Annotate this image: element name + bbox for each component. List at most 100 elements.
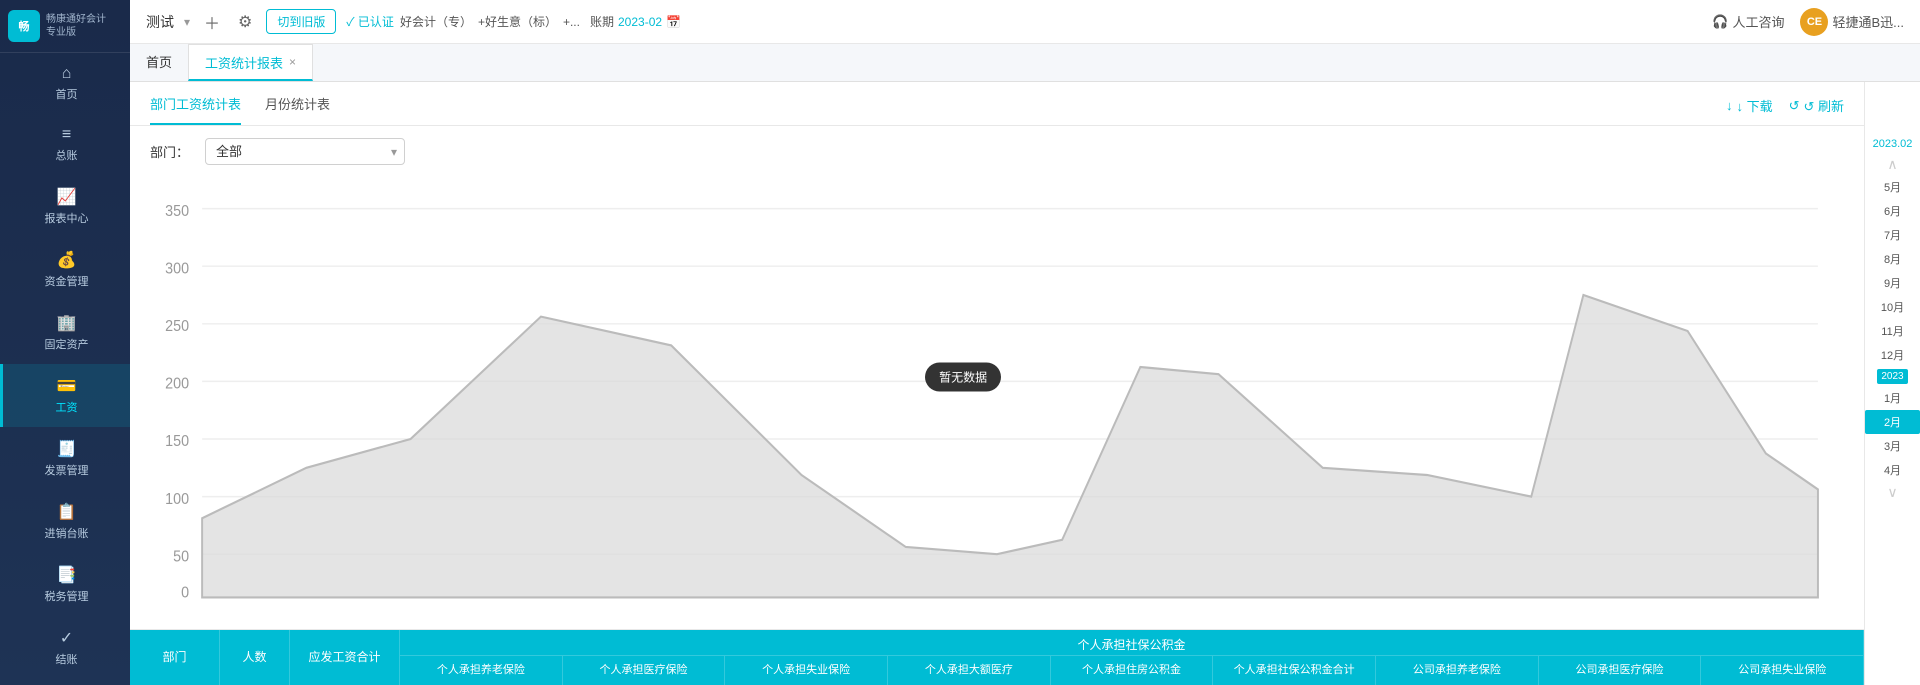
salary-icon: 💳 <box>57 376 77 396</box>
sidebar: 畅 畅康通好会计 专业版 ⌂ 首页 ≡ 总账 📈 报表中心 💰 资金管理 🏢 固… <box>0 0 130 685</box>
col-people-label: 人数 <box>242 650 266 666</box>
panel-month-8[interactable]: 8月 <box>1865 247 1920 271</box>
topbar-settings-icon[interactable]: ⚙ <box>234 8 256 36</box>
sidebar-label-home: 首页 <box>56 86 78 102</box>
assets-icon: 🏢 <box>57 313 77 333</box>
group-personal-label: 个人承担社保公积金 <box>1077 638 1185 652</box>
user-initials: CE <box>1807 16 1822 28</box>
sidebar-label-salary: 工资 <box>56 399 78 415</box>
col-company-unemployment-label: 公司承担失业保险 <box>1738 663 1826 677</box>
sub-tab-month[interactable]: 月份统计表 <box>265 94 330 125</box>
group-personal: 个人承担社保公积金 个人承担养老保险 个人承担医疗保险 个人承担失业保险 <box>400 630 1864 685</box>
chart-container: 350 300 250 200 150 100 50 0 <box>150 187 1844 619</box>
tab-salary-report[interactable]: 工资统计报表 × <box>188 44 313 81</box>
sidebar-label-trade: 进销台账 <box>45 525 89 541</box>
sidebar-item-ledger[interactable]: ≡ 总账 <box>0 114 130 175</box>
ledger-icon: ≡ <box>62 126 71 144</box>
panel-month-4[interactable]: 4月 <box>1865 458 1920 482</box>
dept-select-container: 全部 ▾ <box>205 138 405 165</box>
refresh-button[interactable]: ↺ ↺ 刷新 <box>1789 96 1844 115</box>
user-profile-button[interactable]: CE 轻捷通B迅... <box>1800 8 1904 36</box>
app-name: 畅康通好会计 <box>46 13 106 26</box>
sidebar-item-invoice[interactable]: 🧾 发票管理 <box>0 427 130 490</box>
panel-year-2023[interactable]: 2023 <box>1877 369 1907 384</box>
panel-up-button[interactable]: ∧ <box>1885 154 1899 175</box>
topbar-add-icon[interactable]: ＋ <box>200 6 224 38</box>
app-logo-icon: 畅 <box>8 10 40 42</box>
human-service-button[interactable]: 🎧 人工咨询 <box>1712 12 1784 31</box>
col-company-unemployment: 公司承担失业保险 <box>1701 656 1863 685</box>
svg-text:150: 150 <box>165 433 189 451</box>
tab-close-button[interactable]: × <box>289 55 296 69</box>
right-panel: × ⤢ 2023.02 ∧ 5月 6月 7月 8月 9月 10月 11月 12月… <box>1864 82 1920 685</box>
col-major-medical-label: 个人承担大额医疗 <box>925 663 1013 677</box>
panel-month-1[interactable]: 1月 <box>1865 386 1920 410</box>
panel-month-12[interactable]: 12月 <box>1865 343 1920 367</box>
panel-month-6[interactable]: 6月 <box>1865 199 1920 223</box>
panel-month-7[interactable]: 7月 <box>1865 223 1920 247</box>
sidebar-label-ledger: 总账 <box>56 147 78 163</box>
group-personal-sub: 个人承担养老保险 个人承担医疗保险 个人承担失业保险 个人承担大额医疗 个人承担 <box>400 656 1863 685</box>
status-item-0: 好会计（专） <box>400 13 472 30</box>
app-sub: 专业版 <box>46 26 106 39</box>
switch-to-old-button[interactable]: 切到旧版 <box>266 9 336 34</box>
tab-home-label: 首页 <box>146 52 172 71</box>
user-avatar: CE <box>1800 8 1828 36</box>
download-button[interactable]: ↓ ↓ 下载 <box>1726 96 1773 115</box>
tax-icon: 📑 <box>57 565 77 585</box>
chart-area: 350 300 250 200 150 100 50 0 <box>130 177 1864 629</box>
download-label: ↓ 下载 <box>1736 96 1772 115</box>
panel-down-button[interactable]: ∨ <box>1885 482 1899 503</box>
col-medical-label: 个人承担医疗保险 <box>600 663 688 677</box>
col-medical: 个人承担医疗保险 <box>563 656 726 685</box>
dept-select[interactable]: 全部 <box>205 138 405 165</box>
calendar-icon[interactable]: 📅 <box>666 15 681 29</box>
headset-icon: 🎧 <box>1712 14 1728 30</box>
sidebar-item-checkout[interactable]: ✓ 结账 <box>0 616 130 679</box>
content-area: 部门工资统计表 月份统计表 ↓ ↓ 下载 ↺ ↺ 刷新 <box>130 82 1920 685</box>
period-label: 账期 <box>590 13 614 30</box>
panel-date-label[interactable]: 2023.02 <box>1871 134 1915 154</box>
user-name: 轻捷通B迅... <box>1832 12 1904 31</box>
svg-text:0: 0 <box>181 584 189 602</box>
svg-text:350: 350 <box>165 202 189 220</box>
tabbar: 首页 工资统计报表 × <box>130 44 1920 82</box>
status-item-1: +好生意（标） <box>478 13 557 30</box>
sidebar-item-tax[interactable]: 📑 税务管理 <box>0 553 130 616</box>
human-service-label: 人工咨询 <box>1732 12 1784 31</box>
sidebar-item-funds[interactable]: 💰 资金管理 <box>0 238 130 301</box>
panel-month-11[interactable]: 11月 <box>1865 319 1920 343</box>
app-logo-text: 畅康通好会计 专业版 <box>46 13 106 39</box>
sub-tab-dept[interactable]: 部门工资统计表 <box>150 94 241 125</box>
topbar-dropdown-arrow[interactable]: ▾ <box>184 15 190 29</box>
checkout-icon: ✓ <box>60 628 73 648</box>
content-main: 部门工资统计表 月份统计表 ↓ ↓ 下载 ↺ ↺ 刷新 <box>130 82 1864 685</box>
panel-month-5[interactable]: 5月 <box>1865 175 1920 199</box>
svg-text:50: 50 <box>173 548 189 566</box>
panel-month-9[interactable]: 9月 <box>1865 271 1920 295</box>
panel-month-3[interactable]: 3月 <box>1865 434 1920 458</box>
dept-label: 部门： <box>150 142 189 161</box>
sidebar-item-home[interactable]: ⌂ 首页 <box>0 53 130 114</box>
app-logo-abbr: 畅 <box>19 18 30 34</box>
sidebar-nav: ⌂ 首页 ≡ 总账 📈 报表中心 💰 资金管理 🏢 固定资产 💳 工资 🧾 发票… <box>0 53 130 685</box>
col-housing: 个人承担住房公积金 <box>1051 656 1214 685</box>
panel-month-10[interactable]: 10月 <box>1865 295 1920 319</box>
period-value[interactable]: 2023-02 <box>618 15 662 29</box>
reports-icon: 📈 <box>57 187 77 207</box>
sub-tab-month-label: 月份统计表 <box>265 97 330 112</box>
home-icon: ⌂ <box>62 65 72 83</box>
sidebar-item-trade[interactable]: 📋 进销台账 <box>0 490 130 553</box>
sidebar-item-reports[interactable]: 📈 报表中心 <box>0 175 130 238</box>
sidebar-item-assets[interactable]: 🏢 固定资产 <box>0 301 130 364</box>
topbar-right: 🎧 人工咨询 CE 轻捷通B迅... <box>1712 8 1904 36</box>
sidebar-label-checkout: 结账 <box>56 651 78 667</box>
sidebar-item-salary[interactable]: 💳 工资 <box>0 364 130 427</box>
col-company-pension-label: 公司承担养老保险 <box>1413 663 1501 677</box>
tooltip-text: 暂无数据 <box>939 371 987 385</box>
sidebar-item-archive[interactable]: 🗂 归档管理 <box>0 679 130 685</box>
col-personal-total: 个人承担社保公积金合计 <box>1213 656 1376 685</box>
svg-text:200: 200 <box>165 375 189 393</box>
tab-home[interactable]: 首页 <box>130 44 188 81</box>
panel-month-2-active[interactable]: 2月 <box>1865 410 1920 434</box>
